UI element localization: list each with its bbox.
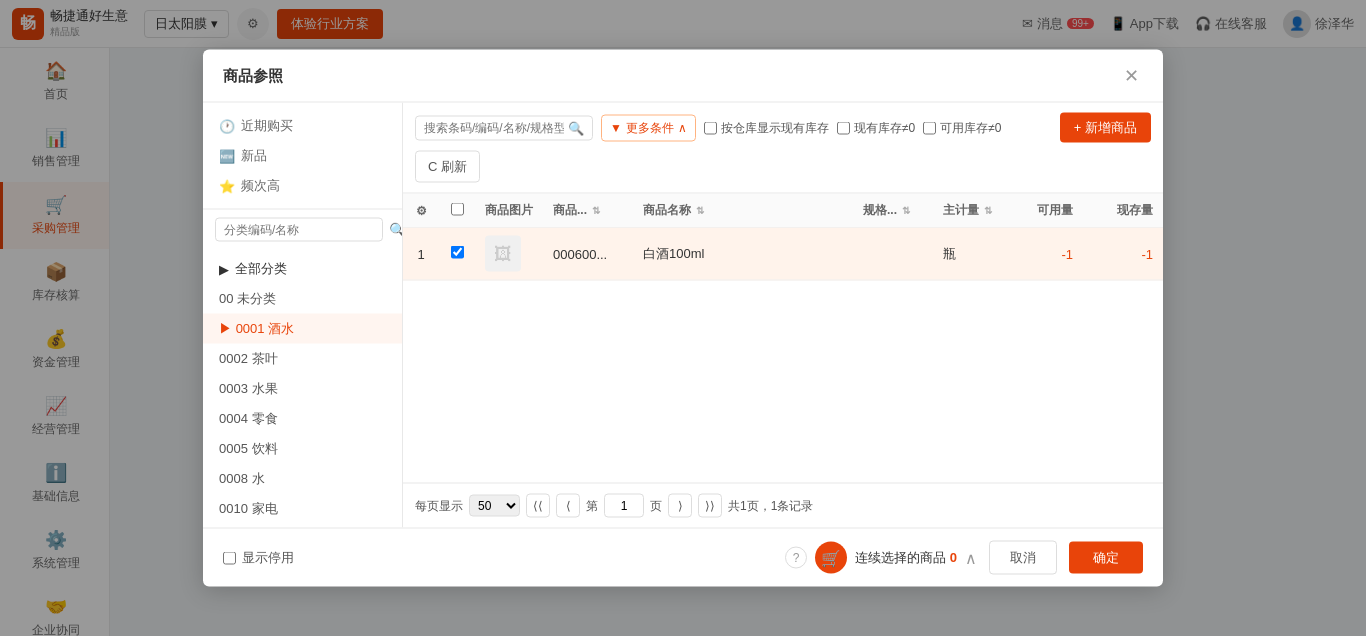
- sort-icon-code: ⇅: [592, 205, 600, 216]
- usable-stock-checkbox[interactable]: 可用库存≠0: [923, 119, 1001, 136]
- last-page-button[interactable]: ⟩⟩: [698, 494, 722, 518]
- recent-purchase-tab[interactable]: 🕐 近期购买: [203, 111, 402, 141]
- row-spec: [853, 227, 933, 280]
- right-panel: 🔍 ▼ 更多条件 ∧ 按仓库显示现有库存 现有库存≠0 可用库存≠0: [403, 103, 1163, 528]
- cart-button[interactable]: 🛒: [815, 542, 847, 574]
- category-item-0003[interactable]: 0003 水果: [203, 374, 402, 404]
- available-stock-checkbox[interactable]: 现有库存≠0: [837, 119, 915, 136]
- prev-page-button[interactable]: ⟨: [556, 494, 580, 518]
- cancel-button[interactable]: 取消: [989, 541, 1057, 575]
- new-product-tab[interactable]: 🆕 新品: [203, 141, 402, 171]
- row-unit: 瓶: [933, 227, 1003, 280]
- category-item-0008[interactable]: 0008 水: [203, 464, 402, 494]
- star-icon: ⭐: [219, 178, 235, 193]
- filter-button[interactable]: ▼ 更多条件 ∧: [601, 114, 696, 141]
- first-page-button[interactable]: ⟨⟨: [526, 494, 550, 518]
- col-code[interactable]: 商品... ⇅: [543, 194, 633, 228]
- col-unit[interactable]: 主计量 ⇅: [933, 194, 1003, 228]
- confirm-button[interactable]: 确定: [1069, 542, 1143, 574]
- left-panel: 🕐 近期购买 🆕 新品 ⭐ 频次高 🔍 ▶ 全部分类: [203, 103, 403, 528]
- row-checkbox-cell: [439, 227, 475, 280]
- col-name[interactable]: 商品名称 ⇅: [633, 194, 853, 228]
- page-size-select[interactable]: 20 50 100: [469, 495, 520, 517]
- clock-icon: 🕐: [219, 118, 235, 133]
- modal-header: 商品参照 ✕: [203, 50, 1163, 103]
- category-search-icon[interactable]: 🔍: [389, 222, 403, 238]
- row-no: 1: [403, 227, 439, 280]
- category-search-box: 🔍: [203, 210, 402, 250]
- total-info: 共1页，1条记录: [728, 497, 813, 514]
- add-product-button[interactable]: + 新增商品: [1060, 113, 1151, 143]
- category-all[interactable]: ▶ 全部分类: [203, 254, 402, 284]
- product-search-input[interactable]: [424, 121, 564, 135]
- sort-icon-unit: ⇅: [984, 205, 992, 216]
- select-all-checkbox[interactable]: [451, 202, 464, 215]
- left-panel-tabs: 🕐 近期购买 🆕 新品 ⭐ 频次高: [203, 103, 402, 210]
- category-item-0005[interactable]: 0005 饮料: [203, 434, 402, 464]
- modal-title: 商品参照: [223, 66, 283, 85]
- row-name: 白酒100ml: [633, 227, 853, 280]
- product-table: ⚙ 商品图片 商品... ⇅ 商品名称 ⇅: [403, 194, 1163, 281]
- category-item-0001[interactable]: ▶ 0001 酒水: [203, 314, 402, 344]
- table-row[interactable]: 1 🖼 000600... 白酒100ml 瓶 -1: [403, 227, 1163, 280]
- cart-count: 0: [950, 550, 957, 565]
- toolbar: 🔍 ▼ 更多条件 ∧ 按仓库显示现有库存 现有库存≠0 可用库存≠0: [403, 103, 1163, 194]
- col-avail: 可用量: [1003, 194, 1083, 228]
- category-item-00[interactable]: 00 未分类: [203, 284, 402, 314]
- search-icon[interactable]: 🔍: [568, 120, 584, 135]
- cart-section: ? 🛒 连续选择的商品 0 ∧: [785, 542, 977, 574]
- col-img: 商品图片: [475, 194, 543, 228]
- chevron-up-icon: ∧: [678, 121, 687, 135]
- row-img-cell: 🖼: [475, 227, 543, 280]
- cart-label: 连续选择的商品 0: [855, 549, 957, 567]
- sort-icon-spec: ⇅: [902, 205, 910, 216]
- modal-footer: 显示停用 ? 🛒 连续选择的商品 0 ∧ 取消 确定: [203, 528, 1163, 587]
- sort-icon-name: ⇅: [696, 205, 704, 216]
- collapse-cart-icon[interactable]: ∧: [965, 548, 977, 567]
- category-section: ▶ 全部分类 00 未分类 ▶ 0001 酒水 0002 茶叶 0003 水果 …: [203, 250, 402, 528]
- refresh-button[interactable]: C 刷新: [415, 151, 480, 183]
- row-code: 000600...: [543, 227, 633, 280]
- category-item-0004[interactable]: 0004 零食: [203, 404, 402, 434]
- table-header-row: ⚙ 商品图片 商品... ⇅ 商品名称 ⇅: [403, 194, 1163, 228]
- filter-icon: ▼: [610, 121, 622, 135]
- row-checkbox[interactable]: [451, 246, 464, 259]
- show-disabled-checkbox[interactable]: 显示停用: [223, 549, 294, 567]
- modal-body: 🕐 近期购买 🆕 新品 ⭐ 频次高 🔍 ▶ 全部分类: [203, 103, 1163, 528]
- col-stock: 现存量: [1083, 194, 1163, 228]
- frequent-tab[interactable]: ⭐ 频次高: [203, 171, 402, 201]
- page-number-input[interactable]: [604, 494, 644, 518]
- product-search-bar: 🔍: [415, 115, 593, 140]
- row-avail: -1: [1003, 227, 1083, 280]
- product-image: 🖼: [485, 236, 521, 272]
- next-page-button[interactable]: ⟩: [668, 494, 692, 518]
- triangle-icon: ▶: [219, 261, 229, 276]
- new-icon: 🆕: [219, 148, 235, 163]
- pagination: 每页显示 20 50 100 ⟨⟨ ⟨ 第 页 ⟩ ⟩⟩ 共1页，1条记录: [403, 483, 1163, 528]
- product-reference-modal: 商品参照 ✕ 🕐 近期购买 🆕 新品 ⭐ 频次高: [203, 50, 1163, 587]
- row-stock: -1: [1083, 227, 1163, 280]
- active-triangle-icon: ▶: [219, 321, 236, 336]
- warehouse-display-checkbox[interactable]: 按仓库显示现有库存: [704, 119, 829, 136]
- category-item-0010[interactable]: 0010 家电: [203, 494, 402, 524]
- modal-close-button[interactable]: ✕: [1119, 64, 1143, 88]
- product-table-wrapper: ⚙ 商品图片 商品... ⇅ 商品名称 ⇅: [403, 194, 1163, 483]
- col-spec[interactable]: 规格... ⇅: [853, 194, 933, 228]
- help-icon[interactable]: ?: [785, 547, 807, 569]
- col-check: [439, 194, 475, 228]
- category-item-0002[interactable]: 0002 茶叶: [203, 344, 402, 374]
- col-settings[interactable]: ⚙: [403, 194, 439, 228]
- category-search-input[interactable]: [215, 218, 383, 242]
